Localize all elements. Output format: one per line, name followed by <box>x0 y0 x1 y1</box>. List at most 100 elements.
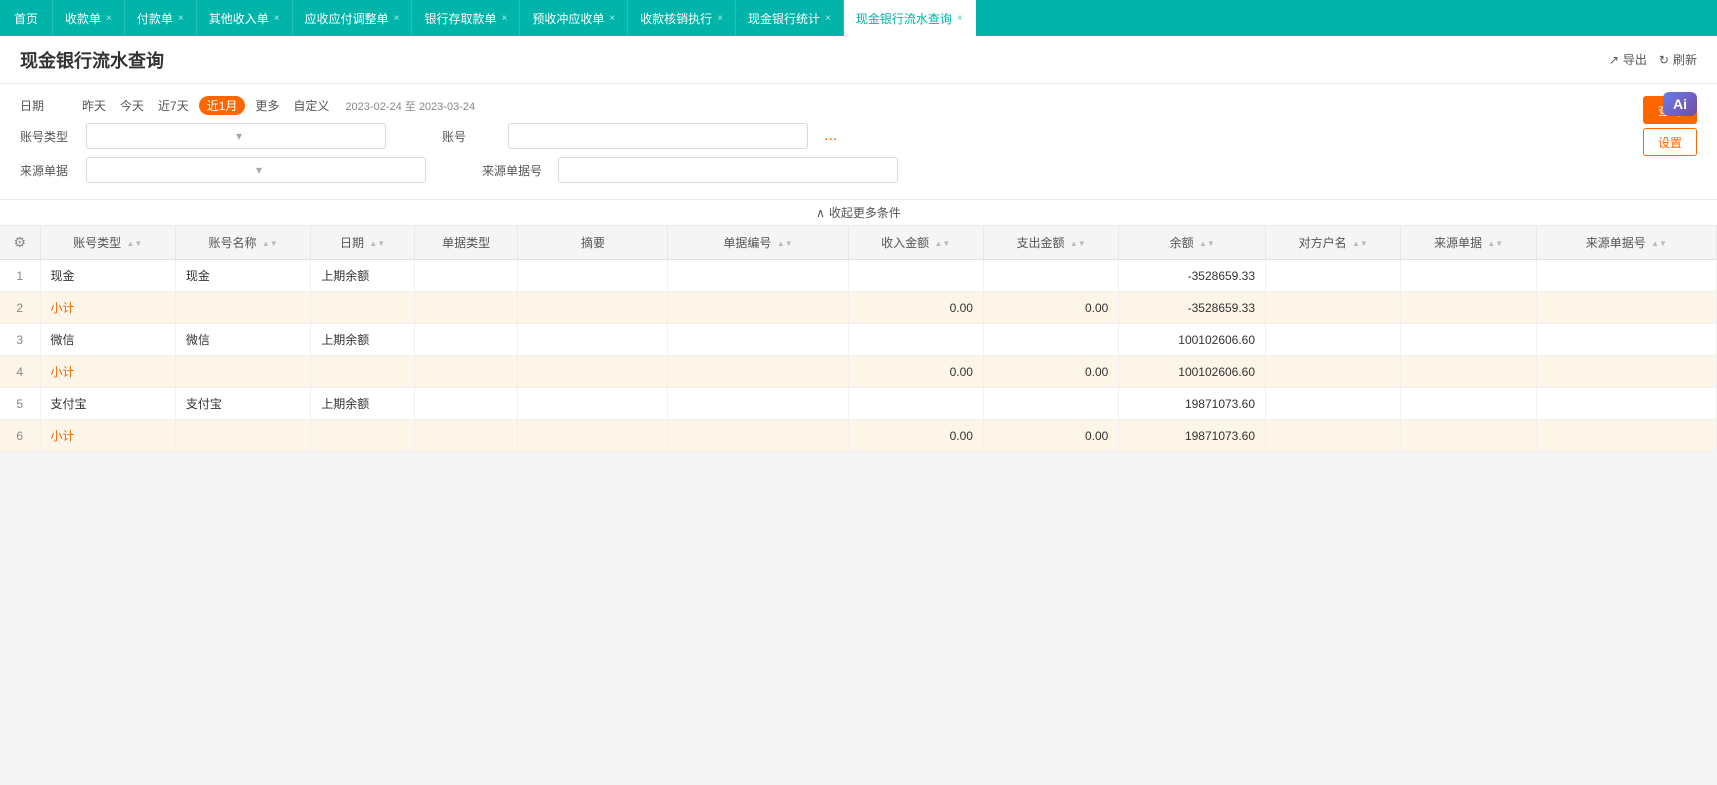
gear-icon[interactable]: ⚙ <box>13 234 26 250</box>
table-cell <box>175 292 310 324</box>
table-area: ⚙ 账号类型 ▲▼ 账号名称 ▲▼ 日期 ▲▼ 单据类型 摘 <box>0 226 1717 452</box>
nav-tab-7[interactable]: 现金银行统计 × <box>736 0 844 36</box>
ai-badge[interactable]: Ai <box>1663 92 1697 116</box>
filter-row-date: 日期 昨天 今天 近7天 近1月 更多 自定义 2023-02-24 至 202… <box>20 96 1627 115</box>
nav-tab-1[interactable]: 付款单 × <box>125 0 197 36</box>
sort-icon[interactable]: ▲▼ <box>369 239 385 248</box>
table-cell <box>1401 388 1536 420</box>
close-icon[interactable]: × <box>394 13 400 24</box>
table-cell <box>414 324 518 356</box>
table-cell <box>668 356 848 388</box>
table-cell <box>1266 292 1401 324</box>
col-balance: 余额 ▲▼ <box>1119 226 1266 260</box>
sort-icon[interactable]: ▲▼ <box>777 239 793 248</box>
close-icon[interactable]: × <box>178 13 184 24</box>
table-cell <box>414 420 518 452</box>
account-type-select[interactable]: ▾ <box>86 123 386 149</box>
dots-button[interactable]: ... <box>824 127 837 145</box>
table-cell <box>518 356 668 388</box>
table-cell: 0.00 <box>983 356 1118 388</box>
table-cell: 微信 <box>40 324 175 356</box>
table-row: 4小计0.000.00100102606.60 <box>0 356 1717 388</box>
table-row: 2小计0.000.00-3528659.33 <box>0 292 1717 324</box>
nav-home[interactable]: 首页 <box>0 0 53 36</box>
sort-icon[interactable]: ▲▼ <box>262 239 278 248</box>
col-income: 收入金额 ▲▼ <box>848 226 983 260</box>
col-doc-no: 单据编号 ▲▼ <box>668 226 848 260</box>
sort-icon[interactable]: ▲▼ <box>126 239 142 248</box>
close-icon[interactable]: × <box>274 13 280 24</box>
refresh-button[interactable]: ↻ 刷新 <box>1659 51 1697 68</box>
close-icon[interactable]: × <box>501 13 507 24</box>
nav-tab-8[interactable]: 现金银行流水查询 × <box>844 0 976 36</box>
nav-tab-0[interactable]: 收款单 × <box>53 0 125 36</box>
table-cell <box>848 388 983 420</box>
close-icon[interactable]: × <box>957 13 963 24</box>
table-cell: 上期余额 <box>311 388 415 420</box>
page-title: 现金银行流水查询 <box>20 47 164 73</box>
sort-icon[interactable]: ▲▼ <box>1487 239 1503 248</box>
table-cell: 2 <box>0 292 40 324</box>
nav-tab-5[interactable]: 预收冲应收单 × <box>520 0 628 36</box>
close-icon[interactable]: × <box>609 13 615 24</box>
nav-tab-2[interactable]: 其他收入单 × <box>197 0 293 36</box>
table-cell <box>668 420 848 452</box>
chevron-down-icon: ▾ <box>236 129 379 143</box>
table-cell: 5 <box>0 388 40 420</box>
account-text-input[interactable] <box>515 129 801 143</box>
nav-tab-4[interactable]: 银行存取款单 × <box>412 0 520 36</box>
col-source-doc-no: 来源单据号 ▲▼ <box>1536 226 1716 260</box>
table-cell <box>414 260 518 292</box>
table-cell <box>175 420 310 452</box>
sort-icon[interactable]: ▲▼ <box>1352 239 1368 248</box>
source-doc-label: 来源单据 <box>20 162 70 179</box>
table-cell <box>1536 356 1716 388</box>
table-cell <box>848 260 983 292</box>
yesterday-shortcut[interactable]: 昨天 <box>78 96 110 115</box>
table-cell: 6 <box>0 420 40 452</box>
sort-icon[interactable]: ▲▼ <box>935 239 951 248</box>
table-cell: 1 <box>0 260 40 292</box>
filter-area: 日期 昨天 今天 近7天 近1月 更多 自定义 2023-02-24 至 202… <box>0 84 1717 200</box>
table-cell <box>1266 324 1401 356</box>
table-cell: 0.00 <box>848 420 983 452</box>
source-doc-no-input[interactable] <box>558 157 898 183</box>
account-input[interactable] <box>508 123 808 149</box>
close-icon[interactable]: × <box>717 13 723 24</box>
table-row: 5支付宝支付宝上期余额19871073.60 <box>0 388 1717 420</box>
close-icon[interactable]: × <box>825 13 831 24</box>
sort-icon[interactable]: ▲▼ <box>1070 239 1086 248</box>
collapse-up-icon: ∧ <box>816 206 825 220</box>
export-button[interactable]: ↗ 导出 <box>1609 51 1647 68</box>
last1m-shortcut[interactable]: 近1月 <box>199 96 246 115</box>
date-shortcuts: 昨天 今天 近7天 近1月 更多 自定义 2023-02-24 至 2023-0… <box>78 96 475 115</box>
table-cell <box>668 388 848 420</box>
table-cell <box>983 324 1118 356</box>
settings-button[interactable]: 设置 <box>1643 128 1697 156</box>
table-cell <box>1401 324 1536 356</box>
table-cell <box>1401 356 1536 388</box>
table-cell <box>414 292 518 324</box>
more-shortcut[interactable]: 更多 <box>251 96 283 115</box>
table-cell: 0.00 <box>983 420 1118 452</box>
export-icon: ↗ <box>1609 53 1619 67</box>
last7-shortcut[interactable]: 近7天 <box>154 96 193 115</box>
source-doc-no-text-input[interactable] <box>565 163 891 177</box>
top-nav: 首页 收款单 × 付款单 × 其他收入单 × 应收应付调整单 × 银行存取款单 … <box>0 0 1717 36</box>
nav-tab-3[interactable]: 应收应付调整单 × <box>293 0 413 36</box>
collapse-bar[interactable]: ∧ 收起更多条件 <box>0 200 1717 226</box>
source-doc-select[interactable]: ▾ <box>86 157 426 183</box>
table-cell <box>848 324 983 356</box>
table-cell: 支付宝 <box>40 388 175 420</box>
nav-tab-6[interactable]: 收款核销执行 × <box>628 0 736 36</box>
table-cell <box>1266 356 1401 388</box>
custom-shortcut[interactable]: 自定义 <box>289 96 333 115</box>
today-shortcut[interactable]: 今天 <box>116 96 148 115</box>
refresh-icon: ↻ <box>1659 53 1669 67</box>
table-cell: 3 <box>0 324 40 356</box>
table-cell <box>175 356 310 388</box>
data-table: ⚙ 账号类型 ▲▼ 账号名称 ▲▼ 日期 ▲▼ 单据类型 摘 <box>0 226 1717 452</box>
sort-icon[interactable]: ▲▼ <box>1199 239 1215 248</box>
sort-icon[interactable]: ▲▼ <box>1651 239 1667 248</box>
close-icon[interactable]: × <box>106 13 112 24</box>
